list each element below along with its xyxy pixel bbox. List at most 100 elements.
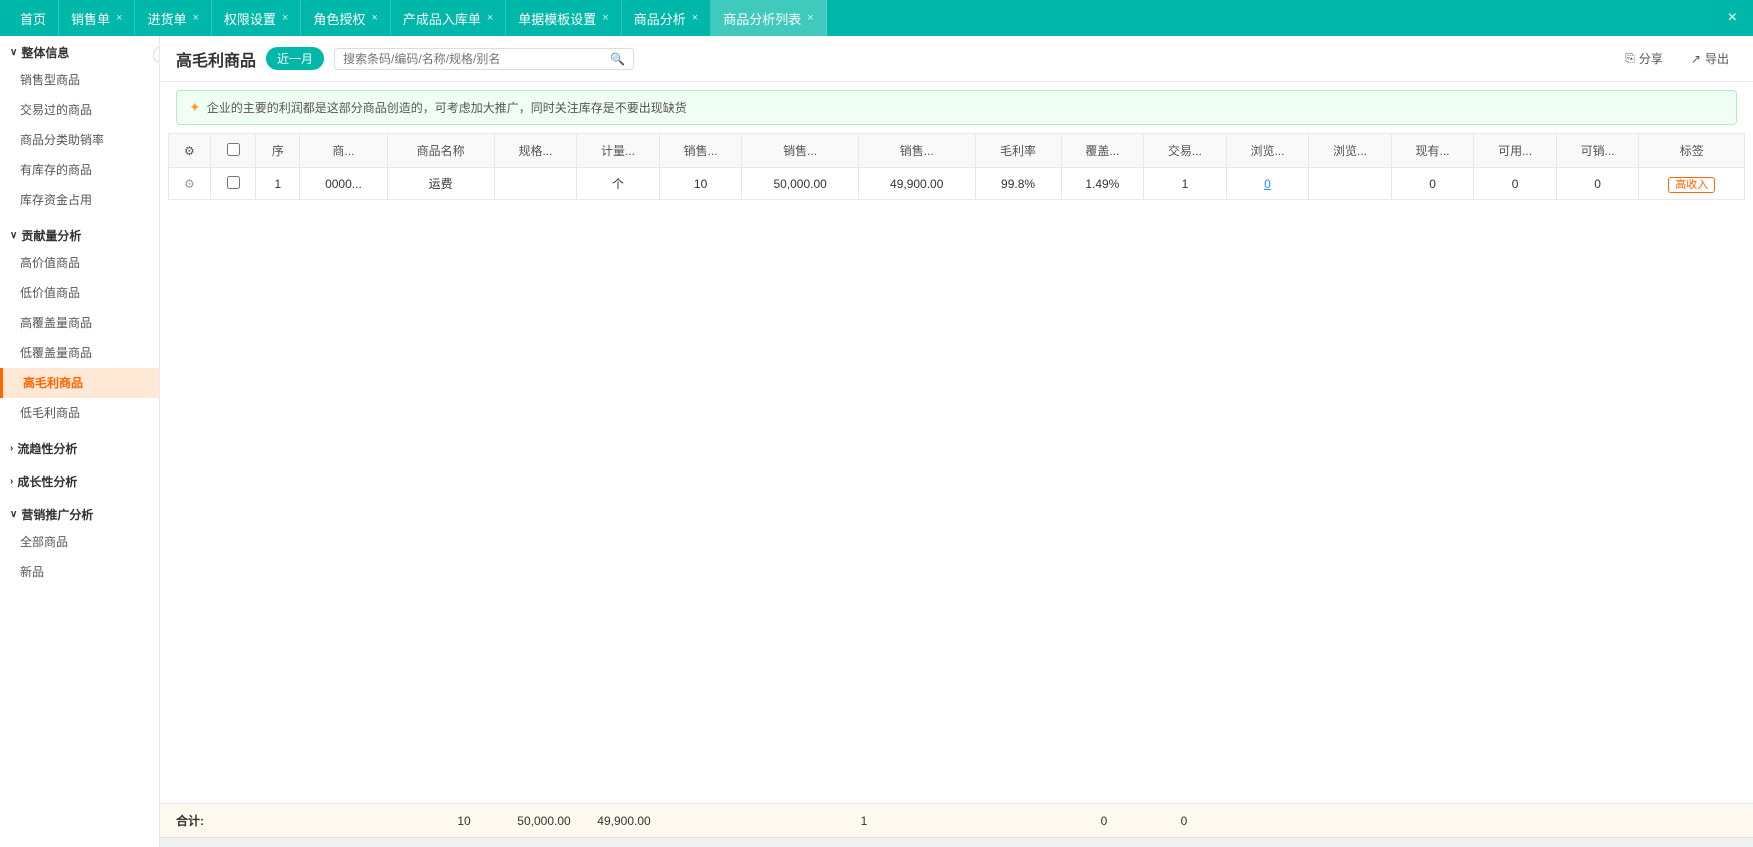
cell-salesQty: 10 bbox=[659, 168, 742, 200]
table-row: ⚙10000...运费个1050,000.0049,900.0099.8%1.4… bbox=[169, 168, 1745, 200]
col-header-coverage[interactable]: 覆盖... bbox=[1061, 134, 1144, 168]
tab-close-icon[interactable]: × bbox=[602, 12, 608, 24]
export-button[interactable]: ↗ 导出 bbox=[1683, 46, 1737, 71]
sidebar: 《 ∨整体信息销售型商品交易过的商品商品分类助销率有库存的商品库存资金占用∨贡献… bbox=[0, 36, 160, 847]
col-header-tag[interactable]: 标签 bbox=[1639, 134, 1745, 168]
search-icon[interactable]: 🔍 bbox=[610, 52, 625, 66]
horizontal-scrollbar[interactable] bbox=[160, 837, 1753, 847]
nav-tab-商品分析[interactable]: 商品分析× bbox=[622, 0, 711, 36]
col-header-spec[interactable]: 规格... bbox=[494, 134, 577, 168]
nav-tab-首页[interactable]: 首页 bbox=[8, 0, 59, 36]
col-header-view1[interactable]: 浏览... bbox=[1226, 134, 1309, 168]
filter-recent-month-button[interactable]: 近一月 bbox=[266, 47, 324, 70]
content-header: 高毛利商品 近一月 🔍 ⎘ 分享 ↗ 导出 bbox=[160, 36, 1753, 82]
view-link[interactable]: 0 bbox=[1264, 177, 1271, 191]
sidebar-item[interactable]: 低价值商品 bbox=[0, 278, 159, 308]
nav-tab-单据模板设置[interactable]: 单据模板设置× bbox=[506, 0, 621, 36]
sidebar-item[interactable]: 全部商品 bbox=[0, 527, 159, 557]
share-button[interactable]: ⎘ 分享 bbox=[1617, 46, 1671, 71]
col-header-unit[interactable]: 计量... bbox=[577, 134, 660, 168]
search-input[interactable] bbox=[343, 52, 610, 66]
cell-checkbox bbox=[210, 168, 256, 200]
arrow-icon: ∨ bbox=[10, 47, 17, 58]
col-header-settings[interactable]: ⚙ bbox=[169, 134, 211, 168]
sidebar-group-title[interactable]: ∨贡献量分析 bbox=[0, 219, 159, 248]
tab-close-icon[interactable]: × bbox=[371, 12, 377, 24]
sidebar-group-title[interactable]: ›流趋性分析 bbox=[0, 432, 159, 461]
sidebar-group: ›成长性分析 bbox=[0, 465, 159, 494]
sidebar-item[interactable]: 高毛利商品 bbox=[0, 368, 159, 398]
sidebar-group: ›流趋性分析 bbox=[0, 432, 159, 461]
cell-coverage: 1.49% bbox=[1061, 168, 1144, 200]
sidebar-item[interactable]: 新品 bbox=[0, 557, 159, 587]
footer-summary: 合计: 10 50,000.00 49,900.00 1 0 0 bbox=[160, 803, 1753, 837]
sidebar-group: ∨整体信息销售型商品交易过的商品商品分类助销率有库存的商品库存资金占用 bbox=[0, 36, 159, 215]
export-icon: ↗ bbox=[1691, 52, 1701, 66]
sidebar-item[interactable]: 库存资金占用 bbox=[0, 185, 159, 215]
col-header-saleableStock[interactable]: 可销... bbox=[1556, 134, 1639, 168]
cell-currentStock: 0 bbox=[1391, 168, 1474, 200]
col-header-index[interactable]: 序 bbox=[256, 134, 300, 168]
col-header-salesAmount[interactable]: 销售... bbox=[742, 134, 859, 168]
col-header-salesCost[interactable]: 销售... bbox=[858, 134, 975, 168]
arrow-icon: ∨ bbox=[10, 230, 17, 241]
close-all-button[interactable]: × bbox=[1720, 9, 1745, 27]
cell-view2 bbox=[1309, 168, 1392, 200]
sidebar-item[interactable]: 交易过的商品 bbox=[0, 95, 159, 125]
cell-spec bbox=[494, 168, 577, 200]
cell-index: 1 bbox=[256, 168, 300, 200]
col-header-view2[interactable]: 浏览... bbox=[1309, 134, 1392, 168]
col-header-grossMargin[interactable]: 毛利率 bbox=[975, 134, 1061, 168]
tab-close-icon[interactable]: × bbox=[116, 12, 122, 24]
tab-close-icon[interactable]: × bbox=[192, 12, 198, 24]
top-nav: 首页销售单×进货单×权限设置×角色授权×产成品入库单×单据模板设置×商品分析×商… bbox=[0, 0, 1753, 36]
nav-tab-商品分析列表[interactable]: 商品分析列表× bbox=[711, 0, 826, 36]
sidebar-item[interactable]: 高覆盖量商品 bbox=[0, 308, 159, 338]
cell-salesCost: 49,900.00 bbox=[858, 168, 975, 200]
cell-saleableStock: 0 bbox=[1556, 168, 1639, 200]
cell-unit: 个 bbox=[577, 168, 660, 200]
col-header-checkbox[interactable] bbox=[210, 134, 256, 168]
col-header-transaction[interactable]: 交易... bbox=[1144, 134, 1227, 168]
content-area: 高毛利商品 近一月 🔍 ⎘ 分享 ↗ 导出 ✦ 企业的主要的利润都是这部分商品创… bbox=[160, 36, 1753, 847]
sidebar-item[interactable]: 高价值商品 bbox=[0, 248, 159, 278]
page-title: 高毛利商品 bbox=[176, 47, 256, 71]
col-header-salesQty[interactable]: 销售... bbox=[659, 134, 742, 168]
tab-close-icon[interactable]: × bbox=[487, 12, 493, 24]
cell-view1[interactable]: 0 bbox=[1226, 168, 1309, 200]
cell-tag[interactable]: 高收入 bbox=[1639, 168, 1745, 200]
share-icon: ⎘ bbox=[1625, 51, 1635, 66]
cell-name: 运费 bbox=[387, 168, 494, 200]
row-settings-icon[interactable]: ⚙ bbox=[184, 177, 195, 191]
nav-tab-权限设置[interactable]: 权限设置× bbox=[212, 0, 301, 36]
nav-tab-销售单[interactable]: 销售单× bbox=[59, 0, 135, 36]
sidebar-item[interactable]: 销售型商品 bbox=[0, 65, 159, 95]
sidebar-group-title[interactable]: ∨整体信息 bbox=[0, 36, 159, 65]
col-header-name[interactable]: 商品名称 bbox=[387, 134, 494, 168]
tab-close-icon[interactable]: × bbox=[692, 12, 698, 24]
data-table: ⚙序商...商品名称规格...计量...销售...销售...销售...毛利率覆盖… bbox=[168, 133, 1745, 200]
sidebar-group-title[interactable]: ›成长性分析 bbox=[0, 465, 159, 494]
col-header-code[interactable]: 商... bbox=[300, 134, 387, 168]
select-all-checkbox[interactable] bbox=[227, 143, 240, 156]
col-header-currentStock[interactable]: 现有... bbox=[1391, 134, 1474, 168]
sidebar-group-title[interactable]: ∨营销推广分析 bbox=[0, 498, 159, 527]
sidebar-group: ∨贡献量分析高价值商品低价值商品高覆盖量商品低覆盖量商品高毛利商品低毛利商品 bbox=[0, 219, 159, 428]
row-checkbox[interactable] bbox=[227, 176, 240, 189]
header-actions: ⎘ 分享 ↗ 导出 bbox=[1617, 46, 1737, 71]
nav-tab-产成品入库单[interactable]: 产成品入库单× bbox=[391, 0, 506, 36]
sidebar-item[interactable]: 低毛利商品 bbox=[0, 398, 159, 428]
tab-close-icon[interactable]: × bbox=[807, 12, 813, 24]
sidebar-item[interactable]: 低覆盖量商品 bbox=[0, 338, 159, 368]
sidebar-group: ∨营销推广分析全部商品新品 bbox=[0, 498, 159, 587]
arrow-icon: ∨ bbox=[10, 509, 17, 520]
nav-tab-进货单[interactable]: 进货单× bbox=[135, 0, 211, 36]
cell-settings: ⚙ bbox=[169, 168, 211, 200]
info-icon: ✦ bbox=[189, 99, 201, 116]
tab-close-icon[interactable]: × bbox=[282, 12, 288, 24]
sidebar-item[interactable]: 商品分类助销率 bbox=[0, 125, 159, 155]
sidebar-item[interactable]: 有库存的商品 bbox=[0, 155, 159, 185]
nav-tab-角色授权[interactable]: 角色授权× bbox=[301, 0, 390, 36]
table-container: ⚙序商...商品名称规格...计量...销售...销售...销售...毛利率覆盖… bbox=[160, 133, 1753, 803]
col-header-availableStock[interactable]: 可用... bbox=[1474, 134, 1557, 168]
